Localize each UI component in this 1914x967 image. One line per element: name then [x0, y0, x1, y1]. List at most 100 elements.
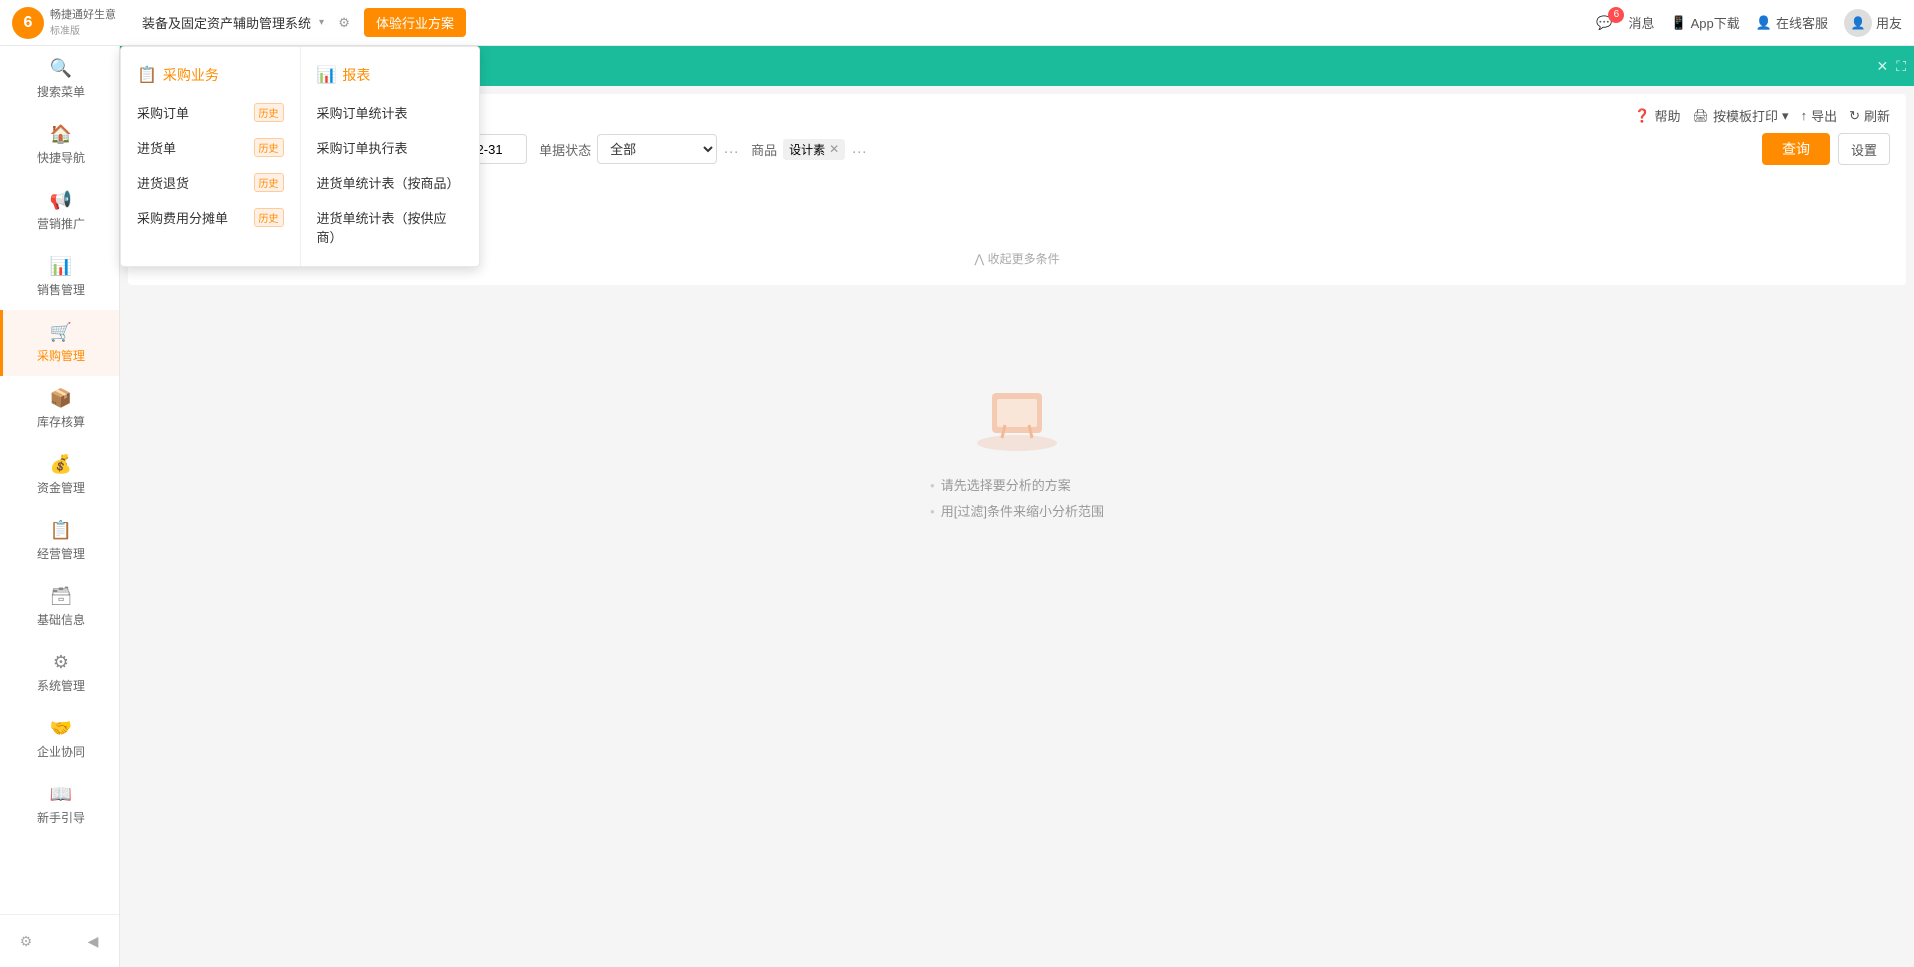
logo-badge: 标准版: [50, 22, 116, 37]
purchase-fee-history-badge: 历史: [254, 208, 284, 227]
doc-status-group: 单据状态 全部 …: [539, 134, 739, 164]
sidebar-settings-button[interactable]: ⚙: [10, 925, 42, 957]
purchase-col-header: 📋 采购业务: [121, 59, 300, 95]
print-label: 按模板打印: [1713, 106, 1778, 125]
purchase-fee-item[interactable]: 采购费用分摊单 历史: [121, 200, 300, 235]
logo-text: 畅捷通好生意: [50, 8, 116, 22]
report-receipt-goods-item[interactable]: 进货单统计表（按商品）: [301, 165, 480, 200]
tab-maximize-icon[interactable]: ⛶: [1896, 58, 1906, 75]
sidebar-label-operation: 经营管理: [37, 545, 85, 562]
online-service-label: 在线客服: [1776, 13, 1828, 32]
sidebar-item-marketing[interactable]: 📢 营销推广: [0, 178, 119, 244]
purchase-receipt-history-badge: 历史: [254, 138, 284, 157]
sidebar-item-inventory[interactable]: 📦 库存核算: [0, 376, 119, 442]
sidebar-label-enterprise: 企业协同: [37, 743, 85, 760]
header-right: 💬 6 消息 📱 App下载 👤 在线客服 👤 用友: [1596, 9, 1902, 37]
help-button[interactable]: ❓ 帮助: [1634, 106, 1680, 125]
marketing-icon: 📢: [50, 190, 72, 211]
purchase-order-history-badge: 历史: [254, 103, 284, 122]
messages-button[interactable]: 💬 6 消息: [1596, 13, 1654, 32]
purchase-icon: 🛒: [50, 322, 72, 343]
purchase-receipt-label: 进货单: [137, 138, 176, 157]
collapse-icon: ⋀: [974, 252, 984, 266]
sidebar-label-quick: 快捷导航: [37, 149, 85, 166]
report-receipt-goods-label: 进货单统计表（按商品）: [317, 173, 460, 192]
logo-area: 6 畅捷通好生意 标准版: [12, 7, 132, 39]
refresh-label: 刷新: [1864, 106, 1890, 125]
sidebar-label-purchase: 采购管理: [37, 347, 85, 364]
empty-hint-2: 用[过滤]条件来缩小分析范围: [941, 499, 1104, 525]
top-header: 6 畅捷通好生意 标准版 装备及固定资产辅助管理系统 ▾ ⚙ 体验行业方案 💬 …: [0, 0, 1914, 46]
report-receipt-supplier-label: 进货单统计表（按供应商）: [317, 208, 464, 246]
query-button[interactable]: 查询: [1762, 133, 1830, 165]
enterprise-icon: 🤝: [50, 718, 72, 739]
refresh-button[interactable]: ↻ 刷新: [1849, 106, 1890, 125]
report-col-icon: 📊: [317, 65, 337, 85]
sidebar-label-inventory: 库存核算: [37, 413, 85, 430]
sidebar-bottom: ⚙ ◀: [0, 914, 119, 967]
system-dropdown-arrow[interactable]: ▾: [319, 17, 324, 28]
sidebar: 🔍 搜索菜单 🏠 快捷导航 📢 营销推广 📊 销售管理 🛒 采购管理 📦 库存核…: [0, 46, 120, 967]
sidebar-item-operation[interactable]: 📋 经营管理: [0, 508, 119, 574]
doc-status-label: 单据状态: [539, 140, 591, 159]
header-center: 装备及固定资产辅助管理系统 ▾ ⚙ 体验行业方案: [132, 8, 1596, 37]
purchase-col-icon: 📋: [137, 65, 157, 85]
goods-group: 商品 设计素 ✕ …: [751, 139, 867, 160]
sidebar-item-finance[interactable]: 💰 资金管理: [0, 442, 119, 508]
user-avatar: 👤: [1844, 9, 1872, 37]
sales-icon: 📊: [50, 256, 72, 277]
sidebar-item-purchase[interactable]: 🛒 采购管理: [0, 310, 119, 376]
empty-state: 请先选择要分析的方案 用[过滤]条件来缩小分析范围: [120, 293, 1914, 605]
collapse-label: 收起更多条件: [988, 252, 1060, 266]
purchase-return-label: 进货退货: [137, 173, 189, 192]
empty-hint-1: 请先选择要分析的方案: [941, 473, 1071, 499]
report-col: 📊 报表 采购订单统计表 采购订单执行表 进货单统计表（按商品） 进货单统计表（…: [301, 47, 480, 266]
export-button[interactable]: ↑ 导出: [1801, 106, 1838, 125]
sidebar-item-enterprise[interactable]: 🤝 企业协同: [0, 706, 119, 772]
industry-button[interactable]: 体验行业方案: [364, 8, 466, 37]
goods-more-icon[interactable]: …: [851, 140, 867, 158]
doc-status-select[interactable]: 全部: [597, 134, 717, 164]
operation-icon: 📋: [50, 520, 72, 541]
online-service-button[interactable]: 👤 在线客服: [1756, 13, 1828, 32]
sidebar-item-guide[interactable]: 📖 新手引导: [0, 772, 119, 838]
inventory-icon: 📦: [50, 388, 72, 409]
user-area[interactable]: 👤 用友: [1844, 9, 1902, 37]
purchase-order-item[interactable]: 采购订单 历史: [121, 95, 300, 130]
sidebar-item-sales[interactable]: 📊 销售管理: [0, 244, 119, 310]
service-icon: 👤: [1756, 15, 1772, 31]
goods-tag-close[interactable]: ✕: [829, 142, 839, 156]
report-col-title: 报表: [342, 65, 370, 85]
doc-status-more-icon[interactable]: …: [723, 140, 739, 158]
guide-icon: 📖: [50, 784, 72, 805]
sidebar-label-sales: 销售管理: [37, 281, 85, 298]
print-button[interactable]: 🖨 按模板打印 ▾: [1693, 106, 1789, 125]
sidebar-item-basic[interactable]: 🗃 基础信息: [0, 574, 119, 640]
tab-close-all-icon[interactable]: ✕: [1876, 58, 1888, 75]
report-receipt-supplier-item[interactable]: 进货单统计表（按供应商）: [301, 200, 480, 254]
app-download-button[interactable]: 📱 App下载: [1670, 13, 1739, 32]
finance-icon: 💰: [50, 454, 72, 475]
export-icon: ↑: [1801, 108, 1808, 123]
sidebar-item-system[interactable]: ⚙ 系统管理: [0, 640, 119, 706]
basic-icon: 🗃: [50, 586, 73, 607]
purchase-fee-label: 采购费用分摊单: [137, 208, 228, 227]
sidebar-item-search[interactable]: 🔍 搜索菜单: [0, 46, 119, 112]
purchase-dropdown-menu: 📋 采购业务 采购订单 历史 进货单 历史 进货退货 历史 采购费用分摊单 历史…: [120, 46, 480, 267]
sidebar-label-marketing: 营销推广: [37, 215, 85, 232]
message-badge: 6: [1608, 7, 1624, 23]
purchase-return-history-badge: 历史: [254, 173, 284, 192]
tab-bar-right: ✕ ⛶: [1876, 58, 1914, 75]
purchase-receipt-item[interactable]: 进货单 历史: [121, 130, 300, 165]
help-icon: ❓: [1634, 108, 1650, 124]
report-po-exec-item[interactable]: 采购订单执行表: [301, 130, 480, 165]
refresh-icon: ↻: [1849, 108, 1860, 124]
purchase-col: 📋 采购业务 采购订单 历史 进货单 历史 进货退货 历史 采购费用分摊单 历史: [121, 47, 301, 266]
sidebar-item-quick[interactable]: 🏠 快捷导航: [0, 112, 119, 178]
sidebar-collapse-button[interactable]: ◀: [77, 925, 109, 957]
settings-button[interactable]: 设置: [1838, 133, 1890, 165]
report-po-stat-item[interactable]: 采购订单统计表: [301, 95, 480, 130]
purchase-return-item[interactable]: 进货退货 历史: [121, 165, 300, 200]
settings-gear-icon[interactable]: ⚙: [332, 11, 356, 35]
sidebar-label-basic: 基础信息: [37, 611, 85, 628]
